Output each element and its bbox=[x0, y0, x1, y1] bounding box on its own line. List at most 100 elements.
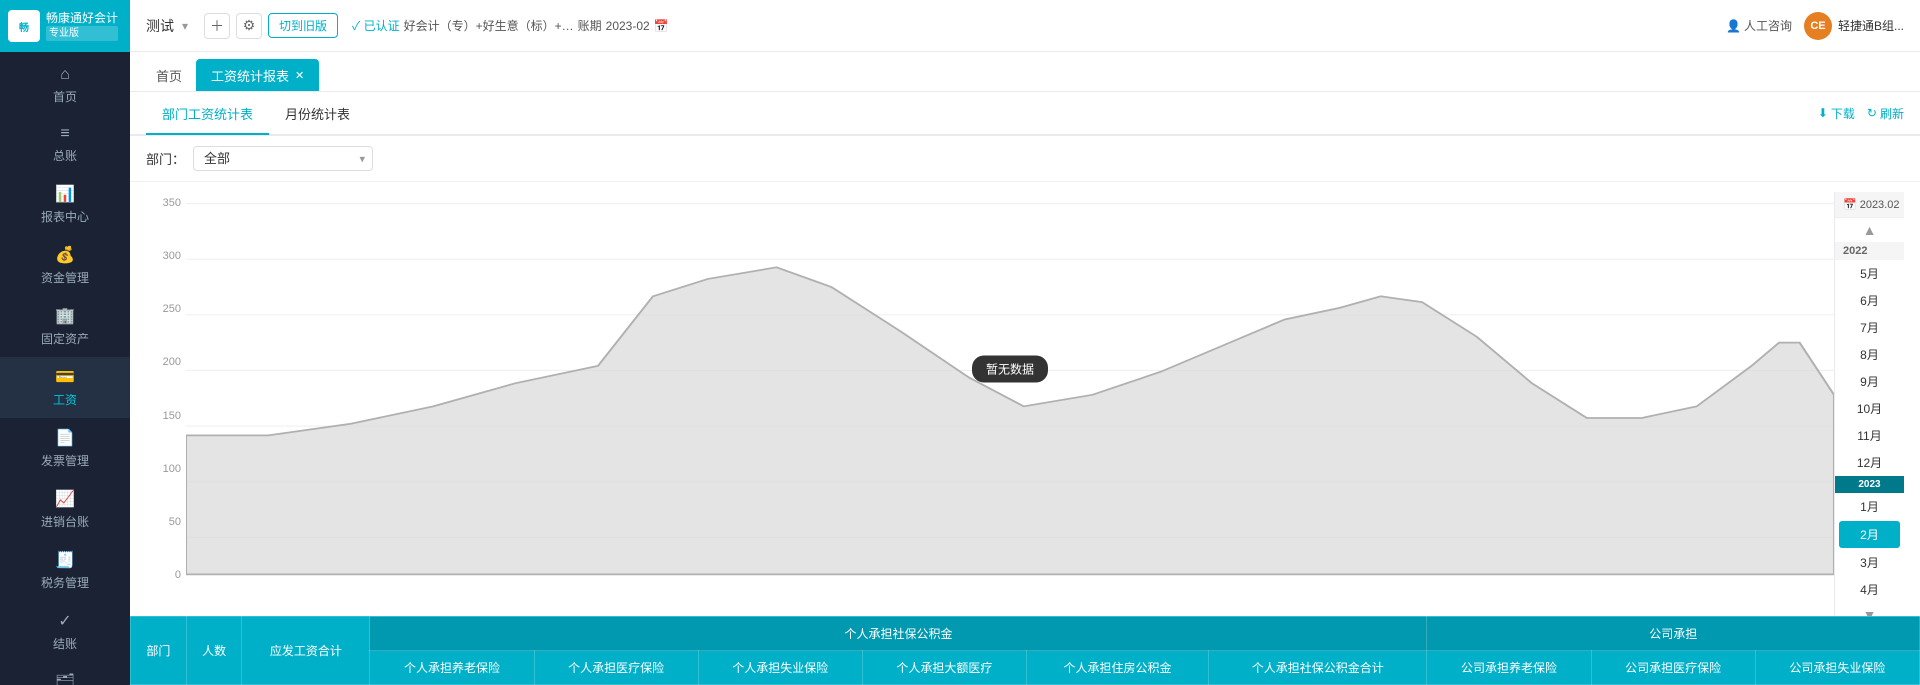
download-icon: ⬇ bbox=[1818, 106, 1828, 120]
refresh-button[interactable]: ↻ 刷新 bbox=[1867, 105, 1904, 122]
sidebar-label-reports: 报表中心 bbox=[41, 208, 89, 225]
sidebar-label-home: 首页 bbox=[53, 88, 77, 105]
dropdown-arrow-icon: ▾ bbox=[182, 19, 188, 33]
certified-badge: ✓ 已认证 bbox=[352, 17, 400, 34]
sidebar-nav: ⌂ 首页 ≡ 总账 📊 报表中心 💰 资金管理 🏢 固定资产 💳 工资 📄 发票… bbox=[0, 52, 130, 685]
chart-area: 350 300 250 200 150 100 50 0 bbox=[130, 182, 1920, 616]
col-company-medical: 公司承担医疗保险 bbox=[1591, 651, 1755, 685]
col-dept: 部门 bbox=[131, 617, 187, 685]
sidebar-item-funds[interactable]: 💰 资金管理 bbox=[0, 235, 130, 296]
month-2022-5[interactable]: 5月 bbox=[1835, 260, 1904, 287]
col-personal-total: 个人承担社保公积金合计 bbox=[1209, 651, 1427, 685]
y-axis: 350 300 250 200 150 100 50 0 bbox=[146, 192, 181, 586]
topbar-actions: ＋ ⚙ 切到旧版 bbox=[204, 13, 338, 39]
col-personal-major-medical: 个人承担大额医疗 bbox=[862, 651, 1026, 685]
project-name: 测试 bbox=[146, 16, 174, 36]
y-label-250: 250 bbox=[146, 303, 181, 315]
month-2023-2[interactable]: 2月 bbox=[1839, 521, 1900, 548]
filter-bar: 部门： 全部 财务部 人事部 销售部 技术部 bbox=[130, 136, 1920, 182]
month-2022-11[interactable]: 11月 bbox=[1835, 422, 1904, 449]
year-2023-badge: 2023 bbox=[1835, 476, 1904, 493]
current-period-display: 2023.02 bbox=[1860, 199, 1900, 211]
col-personal-pension: 个人承担养老保险 bbox=[370, 651, 534, 685]
product-tags: 好会计（专）+好生意（标）+… bbox=[404, 17, 574, 34]
dept-filter-label: 部门： bbox=[146, 149, 185, 168]
funds-icon: 💰 bbox=[55, 245, 75, 265]
add-button[interactable]: ＋ bbox=[204, 13, 230, 39]
salary-icon: 💳 bbox=[55, 367, 75, 387]
date-panel-header: 📅 2023.02 bbox=[1835, 192, 1904, 218]
user-name[interactable]: 轻捷通B组... bbox=[1838, 17, 1904, 34]
inner-tab-month[interactable]: 月份统计表 bbox=[269, 94, 366, 135]
month-2022-8[interactable]: 8月 bbox=[1835, 341, 1904, 368]
col-personal-unemployment: 个人承担失业保险 bbox=[698, 651, 862, 685]
sidebar-label-invoice: 发票管理 bbox=[41, 452, 89, 469]
sidebar-item-reports[interactable]: 📊 报表中心 bbox=[0, 174, 130, 235]
sidebar-label-tax: 税务管理 bbox=[41, 574, 89, 591]
sidebar-item-assets[interactable]: 🏢 固定资产 bbox=[0, 296, 130, 357]
switch-mode-button[interactable]: 切到旧版 bbox=[268, 13, 338, 38]
sidebar-item-invoice[interactable]: 📄 发票管理 bbox=[0, 418, 130, 479]
chart-main: 350 300 250 200 150 100 50 0 bbox=[146, 192, 1834, 616]
sidebar-label-sales: 进销台账 bbox=[41, 513, 89, 530]
tabbar: 首页 工资统计报表 ✕ bbox=[130, 52, 1920, 92]
date-panel: 📅 2023.02 ▲ 2022 5月 6月 7月 8月 9月 10月 11月 … bbox=[1834, 192, 1904, 616]
month-2022-10[interactable]: 10月 bbox=[1835, 395, 1904, 422]
calendar-icon[interactable]: 📅 bbox=[654, 19, 669, 33]
month-2022-9[interactable]: 9月 bbox=[1835, 368, 1904, 395]
archive-icon: 🗂 bbox=[55, 672, 75, 685]
inner-tabs: 部门工资统计表 月份统计表 ⬇ 下载 ↻ 刷新 bbox=[130, 92, 1920, 136]
month-2023-3[interactable]: 3月 bbox=[1835, 549, 1904, 576]
y-label-300: 300 bbox=[146, 250, 181, 262]
sales-icon: 📈 bbox=[55, 489, 75, 509]
tab-home[interactable]: 首页 bbox=[146, 60, 192, 91]
topbar-tags: ✓ 已认证 好会计（专）+好生意（标）+… 账期 2023-02 📅 bbox=[352, 17, 669, 34]
sidebar-item-archive[interactable]: 🗂 归档管理 bbox=[0, 662, 130, 685]
logo-icon: 畅 bbox=[8, 10, 40, 42]
period-value: 2023-02 bbox=[606, 19, 650, 33]
footer-table: 部门 人数 应发工资合计 个人承担社保公积金 公司承担 个人承担养老保险 个人承… bbox=[130, 616, 1920, 685]
month-2023-4[interactable]: 4月 bbox=[1835, 576, 1904, 603]
sidebar-item-settle[interactable]: ✓ 结账 bbox=[0, 601, 130, 662]
dept-select[interactable]: 全部 财务部 人事部 销售部 技术部 bbox=[193, 146, 373, 171]
sidebar-item-tax[interactable]: 🧾 税务管理 bbox=[0, 540, 130, 601]
main-content: 测试 ▾ ＋ ⚙ 切到旧版 ✓ 已认证 好会计（专）+好生意（标）+… 账期 2… bbox=[130, 0, 1920, 685]
sidebar-item-home[interactable]: ⌂ 首页 bbox=[0, 56, 130, 115]
sidebar-item-ledger[interactable]: ≡ 总账 bbox=[0, 115, 130, 174]
settings-button[interactable]: ⚙ bbox=[236, 13, 262, 39]
month-2022-6[interactable]: 6月 bbox=[1835, 287, 1904, 314]
date-nav-down-btn[interactable]: ▼ bbox=[1857, 605, 1883, 616]
app-logo: 畅 畅康通好会计 专业版 bbox=[0, 0, 130, 52]
calendar-small-icon: 📅 bbox=[1843, 198, 1857, 211]
dept-select-wrapper: 全部 财务部 人事部 销售部 技术部 bbox=[193, 146, 373, 171]
col-group-personal: 个人承担社保公积金 bbox=[370, 617, 1427, 651]
y-label-150: 150 bbox=[146, 410, 181, 422]
refresh-icon: ↻ bbox=[1867, 106, 1877, 120]
tab-salary-report[interactable]: 工资统计报表 ✕ bbox=[196, 59, 319, 91]
date-nav-up-btn[interactable]: ▲ bbox=[1857, 220, 1883, 240]
col-personal-medical: 个人承担医疗保险 bbox=[534, 651, 698, 685]
page-content: 部门工资统计表 月份统计表 ⬇ 下载 ↻ 刷新 部门： 全部 财务部 人 bbox=[130, 92, 1920, 685]
help-button[interactable]: 👤 人工咨询 bbox=[1726, 17, 1792, 34]
sidebar-label-assets: 固定资产 bbox=[41, 330, 89, 347]
col-company-unemployment: 公司承担失业保险 bbox=[1755, 651, 1919, 685]
sidebar-item-salary[interactable]: 💳 工资 bbox=[0, 357, 130, 418]
home-icon: ⌂ bbox=[60, 66, 70, 84]
tax-icon: 🧾 bbox=[55, 550, 75, 570]
month-2023-1[interactable]: 1月 bbox=[1835, 493, 1904, 520]
month-2022-12[interactable]: 12月 bbox=[1835, 449, 1904, 476]
ledger-icon: ≡ bbox=[60, 125, 69, 143]
col-group-company: 公司承担 bbox=[1427, 617, 1920, 651]
sidebar-item-sales[interactable]: 📈 进销台账 bbox=[0, 479, 130, 540]
inner-tab-dept[interactable]: 部门工资统计表 bbox=[146, 94, 269, 135]
y-label-50: 50 bbox=[146, 516, 181, 528]
logo-text: 畅康通好会计 专业版 bbox=[46, 11, 118, 42]
download-button[interactable]: ⬇ 下载 bbox=[1818, 105, 1855, 122]
help-icon: 👤 bbox=[1726, 19, 1741, 33]
col-total-salary: 应发工资合计 bbox=[242, 617, 370, 685]
tab-close-icon[interactable]: ✕ bbox=[295, 69, 304, 82]
topbar: 测试 ▾ ＋ ⚙ 切到旧版 ✓ 已认证 好会计（专）+好生意（标）+… 账期 2… bbox=[130, 0, 1920, 52]
month-2022-7[interactable]: 7月 bbox=[1835, 314, 1904, 341]
user-avatar: CE bbox=[1804, 12, 1832, 40]
y-label-100: 100 bbox=[146, 463, 181, 475]
